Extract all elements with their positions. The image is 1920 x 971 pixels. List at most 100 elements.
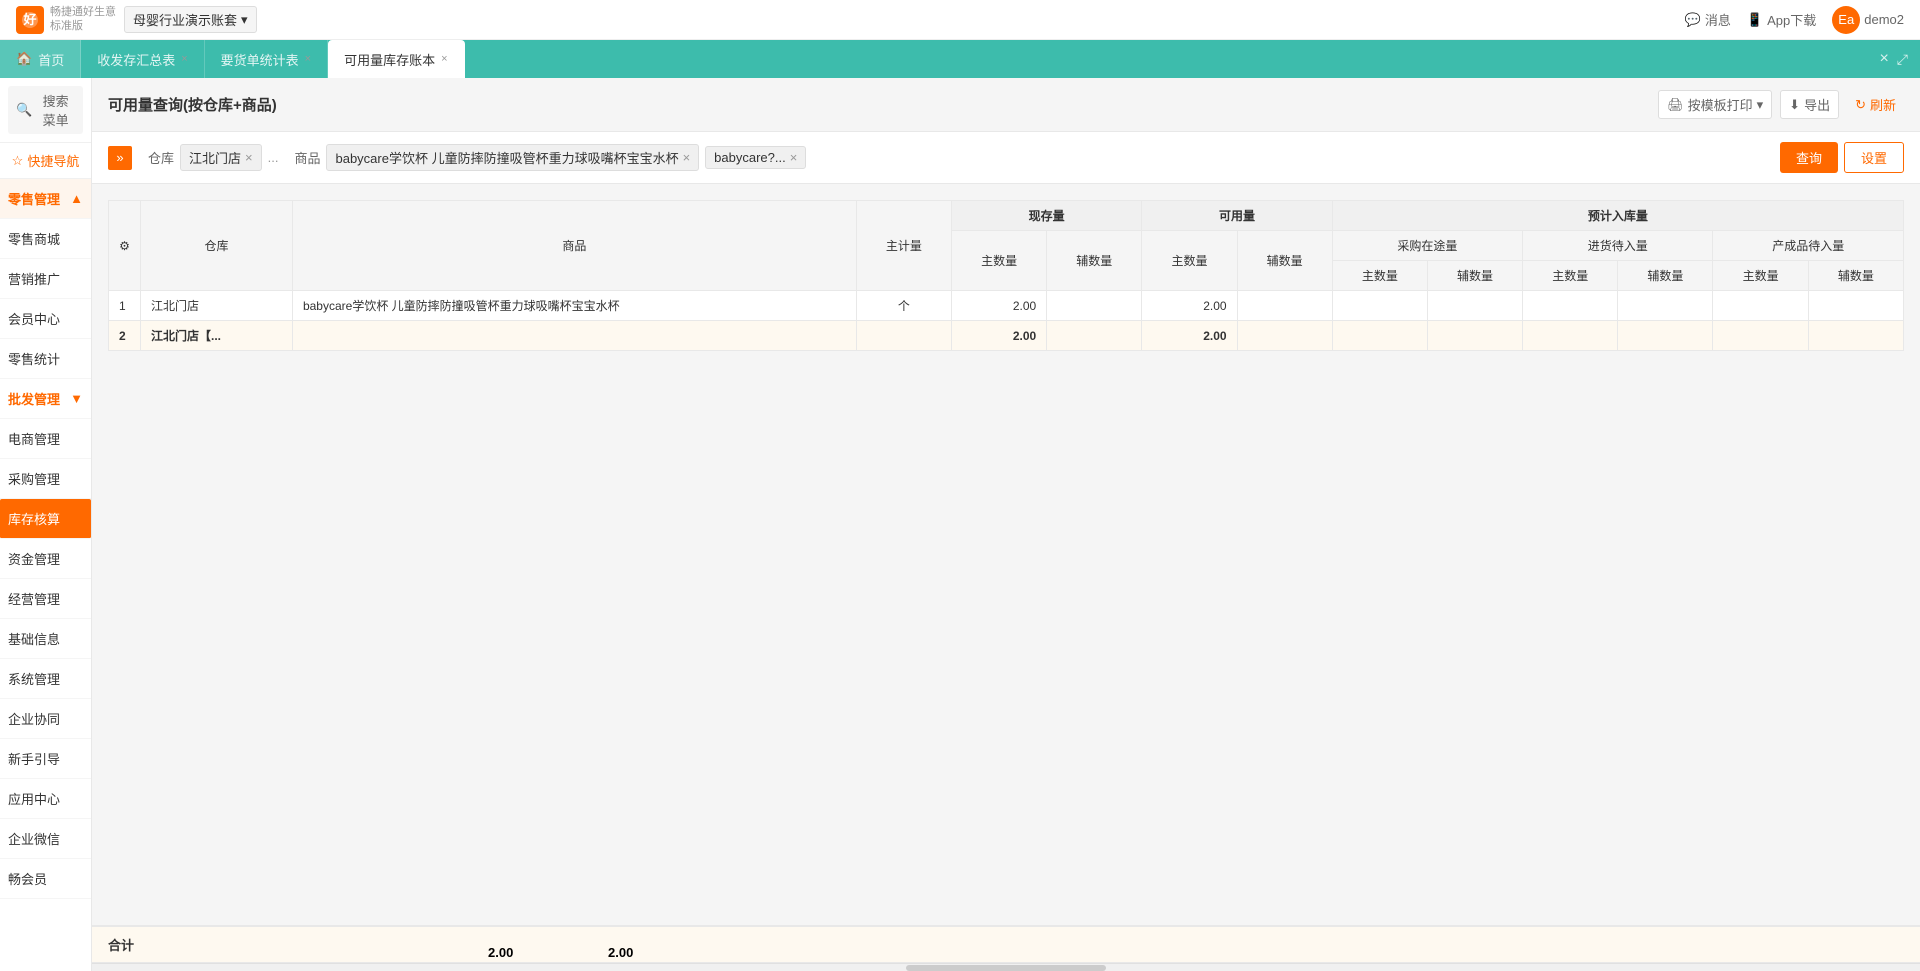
setting-btn[interactable]: 设置	[1844, 142, 1904, 173]
sidebar-item-sys-mgmt[interactable]: 系统管理	[0, 659, 91, 699]
filter-bar: » 仓库 江北门店 × ... 商品 babycare学饮杯 儿童防摔防撞吸管杯…	[92, 132, 1920, 184]
sidebar-item-retail-mgmt[interactable]: 零售管理 ▲	[0, 179, 91, 219]
tab-home[interactable]: 🏠 首页	[0, 40, 81, 78]
table-row: 2 江北门店【... 2.00 2.00	[109, 321, 1904, 351]
expand-filter-btn[interactable]: »	[108, 146, 132, 170]
row-1-product: babycare学饮杯 儿童防摔防撞吸管杯重力球吸嘴杯宝宝水杯	[292, 291, 856, 321]
th-purchase-aux: 辅数量	[1427, 261, 1522, 291]
sidebar-item-finance[interactable]: 资金管理	[0, 539, 91, 579]
page-header: 可用量查询(按仓库+商品) 🖨 按模板打印 ▾ ⬇ 导出 ↻ 刷新	[92, 78, 1920, 132]
footer-avail-main: 2.00	[608, 945, 633, 960]
logo: 好 畅捷通好生意 标准版	[16, 6, 116, 34]
row-2-inbound-aux	[1618, 321, 1713, 351]
export-icon: ⬇	[1789, 97, 1800, 113]
product-tag2-close[interactable]: ×	[790, 150, 798, 165]
product-label: 商品	[294, 148, 320, 167]
sidebar-item-marketing[interactable]: 营销推广	[0, 259, 91, 299]
row-1-inbound-main	[1523, 291, 1618, 321]
warehouse-label: 仓库	[148, 148, 174, 167]
row-2-warehouse: 江北门店【...	[141, 321, 293, 351]
th-warehouse: 仓库	[141, 201, 293, 291]
row-2-stock-aux	[1047, 321, 1142, 351]
row-2-avail-aux	[1237, 321, 1332, 351]
sidebar-item-wholesale-mgmt[interactable]: 批发管理 ▼	[0, 379, 91, 419]
th-settings[interactable]: ⚙	[109, 201, 141, 291]
message-btn[interactable]: 💬 消息	[1685, 10, 1731, 29]
table-container: ⚙ 仓库 商品 主计量 现存量 可用量 预计入库量 主数量 辅数量 主数量 辅数…	[92, 184, 1920, 925]
search-menu-btn[interactable]: 🔍 搜索菜单	[8, 86, 83, 134]
row-1-stock-main: 2.00	[951, 291, 1046, 321]
row-2-num: 2	[109, 321, 141, 351]
th-purchase-main: 主数量	[1332, 261, 1427, 291]
row-2-purchase-aux	[1427, 321, 1522, 351]
th-inbound-main: 主数量	[1523, 261, 1618, 291]
sidebar-item-basic-info[interactable]: 基础信息	[0, 619, 91, 659]
svg-text:好: 好	[22, 12, 36, 27]
warehouse-tag-close[interactable]: ×	[245, 150, 253, 165]
row-2-stock-main: 2.00	[951, 321, 1046, 351]
th-avail-aux: 辅数量	[1237, 231, 1332, 291]
warehouse-tag[interactable]: 江北门店 ×	[180, 144, 262, 171]
warehouse-filter: 仓库 江北门店 × ...	[148, 144, 278, 171]
row-1-finished-main	[1713, 291, 1808, 321]
product-tag1[interactable]: babycare学饮杯 儿童防摔防撞吸管杯重力球吸嘴杯宝宝水杯 ×	[326, 144, 699, 171]
sidebar-item-enterprise-wechat[interactable]: 企业微信	[0, 819, 91, 859]
horizontal-scrollbar[interactable]	[92, 963, 1920, 971]
row-1-purchase-main	[1332, 291, 1427, 321]
print-template-btn[interactable]: 🖨 按模板打印 ▾	[1658, 90, 1772, 119]
tab-close-order-stats[interactable]: ×	[305, 53, 311, 65]
th-current-stock: 现存量	[951, 201, 1141, 231]
sidebar-item-retail-store[interactable]: 零售商城	[0, 219, 91, 259]
footer-stock-main: 2.00	[488, 945, 513, 960]
tab-receive-send[interactable]: 收发存汇总表 ×	[81, 40, 204, 78]
tab-order-stats[interactable]: 要货单统计表 ×	[205, 40, 328, 78]
top-bar-right: 💬 消息 📱 App下载 Ea demo2	[1685, 6, 1904, 34]
sidebar-item-new-guide[interactable]: 新手引导	[0, 739, 91, 779]
export-btn[interactable]: ⬇ 导出	[1780, 90, 1839, 119]
refresh-icon: ↻	[1855, 97, 1866, 113]
refresh-btn[interactable]: ↻ 刷新	[1847, 91, 1904, 118]
row-1-finished-aux	[1808, 291, 1903, 321]
chevron-down-icon: ▾	[241, 12, 248, 28]
quick-nav-btn[interactable]: ☆ 快捷导航	[0, 143, 91, 179]
content-area: 可用量查询(按仓库+商品) 🖨 按模板打印 ▾ ⬇ 导出 ↻ 刷新	[92, 78, 1920, 971]
row-2-finished-aux	[1808, 321, 1903, 351]
row-1-warehouse: 江北门店	[141, 291, 293, 321]
industry-selector[interactable]: 母婴行业演示账套 ▾	[124, 6, 257, 33]
sidebar-search: 🔍 搜索菜单	[0, 78, 91, 143]
row-2-finished-main	[1713, 321, 1808, 351]
app-download-btn[interactable]: 📱 App下载	[1747, 10, 1816, 29]
th-finished-aux: 辅数量	[1808, 261, 1903, 291]
sidebar-item-member2[interactable]: 畅会员	[0, 859, 91, 899]
nav-close-btn[interactable]: ×	[1879, 50, 1888, 68]
sidebar-item-retail-stats[interactable]: 零售统计	[0, 339, 91, 379]
query-btn[interactable]: 查询	[1780, 142, 1838, 173]
product-tag2[interactable]: babycare?... ×	[705, 146, 806, 169]
row-1-unit: 个	[856, 291, 951, 321]
sidebar-item-enterprise-collab[interactable]: 企业协同	[0, 699, 91, 739]
th-avail-main: 主数量	[1142, 231, 1237, 291]
row-1-inbound-aux	[1618, 291, 1713, 321]
sidebar-item-member[interactable]: 会员中心	[0, 299, 91, 339]
warehouse-more[interactable]: ...	[268, 150, 279, 165]
user-menu[interactable]: Ea demo2	[1832, 6, 1904, 34]
sidebar-item-app-center[interactable]: 应用中心	[0, 779, 91, 819]
tab-close-available-stock[interactable]: ×	[441, 53, 447, 65]
sidebar-item-inventory[interactable]: 库存核算	[0, 499, 91, 539]
sidebar-item-ecommerce[interactable]: 电商管理	[0, 419, 91, 459]
tab-close-receive-send[interactable]: ×	[181, 53, 187, 65]
sidebar-item-operations[interactable]: 经营管理	[0, 579, 91, 619]
sidebar-item-purchase[interactable]: 采购管理	[0, 459, 91, 499]
tab-available-stock[interactable]: 可用量库存账本 ×	[328, 40, 464, 78]
th-inbound-pending: 进货待入量	[1523, 231, 1713, 261]
th-finished-main: 主数量	[1713, 261, 1808, 291]
row-1-num: 1	[109, 291, 141, 321]
nav-expand-btn[interactable]: ⤢	[1897, 51, 1908, 68]
data-table: ⚙ 仓库 商品 主计量 现存量 可用量 预计入库量 主数量 辅数量 主数量 辅数…	[108, 200, 1904, 351]
row-2-purchase-main	[1332, 321, 1427, 351]
top-bar-left: 好 畅捷通好生意 标准版 母婴行业演示账套 ▾	[16, 6, 257, 34]
product-tag1-close[interactable]: ×	[683, 150, 691, 165]
row-2-inbound-main	[1523, 321, 1618, 351]
chevron-down-icon: ▾	[1757, 97, 1764, 113]
th-main-unit: 主计量	[856, 201, 951, 291]
